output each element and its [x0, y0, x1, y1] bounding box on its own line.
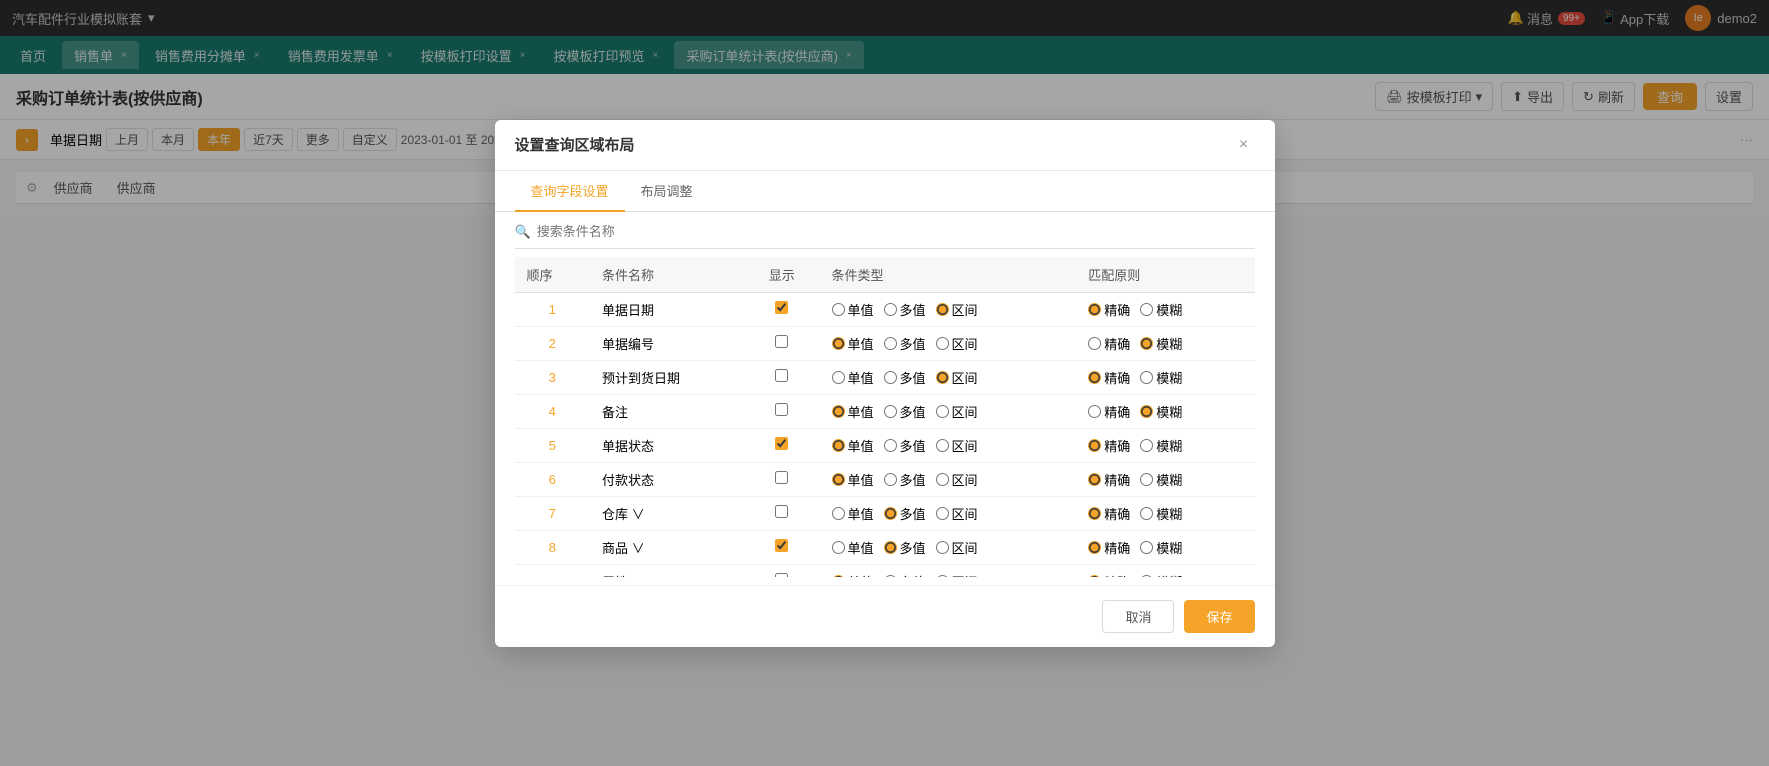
row-type-cell: 单值多值区间 [820, 326, 1077, 360]
row-type-cell: 单值多值区间 [820, 462, 1077, 496]
modal-header: 设置查询区域布局 × [495, 120, 1275, 171]
row-match-cell: 精确模糊 [1076, 394, 1254, 428]
row-display-cell [744, 360, 820, 394]
col-match: 匹配原则 [1076, 257, 1254, 293]
modal-body: 🔍 顺序 条件名称 显示 条件类型 匹配原则 [495, 212, 1275, 577]
table-row: 4备注 单值多值区间精确模糊 [515, 394, 1255, 428]
table-row: 8商品 ∨ 单值多值区间精确模糊 [515, 530, 1255, 564]
row-order: 4 [515, 394, 591, 428]
row-display-checkbox[interactable] [775, 403, 788, 416]
row-order: 7 [515, 496, 591, 530]
row-display-cell [744, 394, 820, 428]
row-name: 单据状态 [590, 428, 744, 462]
col-type: 条件类型 [820, 257, 1077, 293]
row-display-cell [744, 326, 820, 360]
row-display-cell [744, 496, 820, 530]
row-type-cell: 单值多值区间 [820, 428, 1077, 462]
search-input[interactable] [537, 224, 1255, 239]
row-name: 备注 [590, 394, 744, 428]
row-type-cell: 单值多值区间 [820, 394, 1077, 428]
row-name: 付款状态 [590, 462, 744, 496]
modal-title: 设置查询区域布局 [515, 134, 635, 155]
settings-modal: 设置查询区域布局 × 查询字段设置 布局调整 🔍 [495, 120, 1275, 647]
row-match-cell: 精确模糊 [1076, 428, 1254, 462]
row-match-cell: 精确模糊 [1076, 292, 1254, 326]
row-display-cell [744, 292, 820, 326]
fields-table-scroll[interactable]: 顺序 条件名称 显示 条件类型 匹配原则 1单据日期单值多值区间精确模糊2单据编… [515, 257, 1255, 577]
row-display-cell [744, 564, 820, 577]
row-order: 6 [515, 462, 591, 496]
row-display-checkbox[interactable] [775, 505, 788, 518]
row-display-cell [744, 530, 820, 564]
row-order: 3 [515, 360, 591, 394]
row-type-cell: 单值多值区间 [820, 564, 1077, 577]
row-display-checkbox[interactable] [775, 335, 788, 348]
row-display-checkbox[interactable] [775, 369, 788, 382]
modal-close-button[interactable]: × [1233, 134, 1255, 156]
save-button[interactable]: 保存 [1184, 600, 1254, 633]
row-display-checkbox[interactable] [775, 437, 788, 450]
row-match-cell: 精确模糊 [1076, 530, 1254, 564]
row-display-checkbox[interactable] [775, 301, 788, 314]
table-row: 6付款状态 单值多值区间精确模糊 [515, 462, 1255, 496]
row-order: 1 [515, 292, 591, 326]
row-display-checkbox[interactable] [775, 573, 788, 577]
table-row: 7仓库 ∨ 单值多值区间精确模糊 [515, 496, 1255, 530]
row-name: 单据编号 [590, 326, 744, 360]
row-name: 预计到货日期 [590, 360, 744, 394]
search-box: 🔍 [515, 224, 1255, 249]
row-order: 8 [515, 530, 591, 564]
modal-footer: 取消 保存 [495, 585, 1275, 647]
tab-layout[interactable]: 布局调整 [625, 171, 709, 212]
row-display-cell [744, 428, 820, 462]
row-order: 2 [515, 326, 591, 360]
row-name: 仓库 ∨ [590, 496, 744, 530]
row-display-cell [744, 462, 820, 496]
row-match-cell: 精确模糊 [1076, 564, 1254, 577]
modal-tabs: 查询字段设置 布局调整 [495, 171, 1275, 212]
row-name: 商品 ∨ [590, 530, 744, 564]
cancel-button[interactable]: 取消 [1102, 600, 1174, 633]
table-row: 3预计到货日期 单值多值区间精确模糊 [515, 360, 1255, 394]
row-match-cell: 精确模糊 [1076, 360, 1254, 394]
row-type-cell: 单值多值区间 [820, 360, 1077, 394]
search-icon: 🔍 [515, 224, 531, 240]
table-row: 5单据状态 单值多值区间精确模糊 [515, 428, 1255, 462]
row-display-checkbox[interactable] [775, 539, 788, 552]
col-name: 条件名称 [590, 257, 744, 293]
row-type-cell: 单值多值区间 [820, 530, 1077, 564]
table-row: 1单据日期 单值多值区间精确模糊 [515, 292, 1255, 326]
row-name: 属性 ∨ [590, 564, 744, 577]
row-type-cell: 单值多值区间 [820, 496, 1077, 530]
col-order: 顺序 [515, 257, 591, 293]
row-display-checkbox[interactable] [775, 471, 788, 484]
row-match-cell: 精确模糊 [1076, 496, 1254, 530]
fields-table: 顺序 条件名称 显示 条件类型 匹配原则 1单据日期单值多值区间精确模糊2单据编… [515, 257, 1255, 577]
table-row: 2单据编号 单值多值区间精确模糊 [515, 326, 1255, 360]
table-row: 9属性 ∨ 单值多值区间精确模糊 [515, 564, 1255, 577]
row-order: 9 [515, 564, 591, 577]
row-match-cell: 精确模糊 [1076, 462, 1254, 496]
row-match-cell: 精确模糊 [1076, 326, 1254, 360]
tab-query-fields[interactable]: 查询字段设置 [515, 171, 625, 212]
col-display: 显示 [744, 257, 820, 293]
modal-overlay: 设置查询区域布局 × 查询字段设置 布局调整 🔍 [0, 0, 1769, 766]
row-order: 5 [515, 428, 591, 462]
row-type-cell: 单值多值区间 [820, 292, 1077, 326]
row-name: 单据日期 [590, 292, 744, 326]
